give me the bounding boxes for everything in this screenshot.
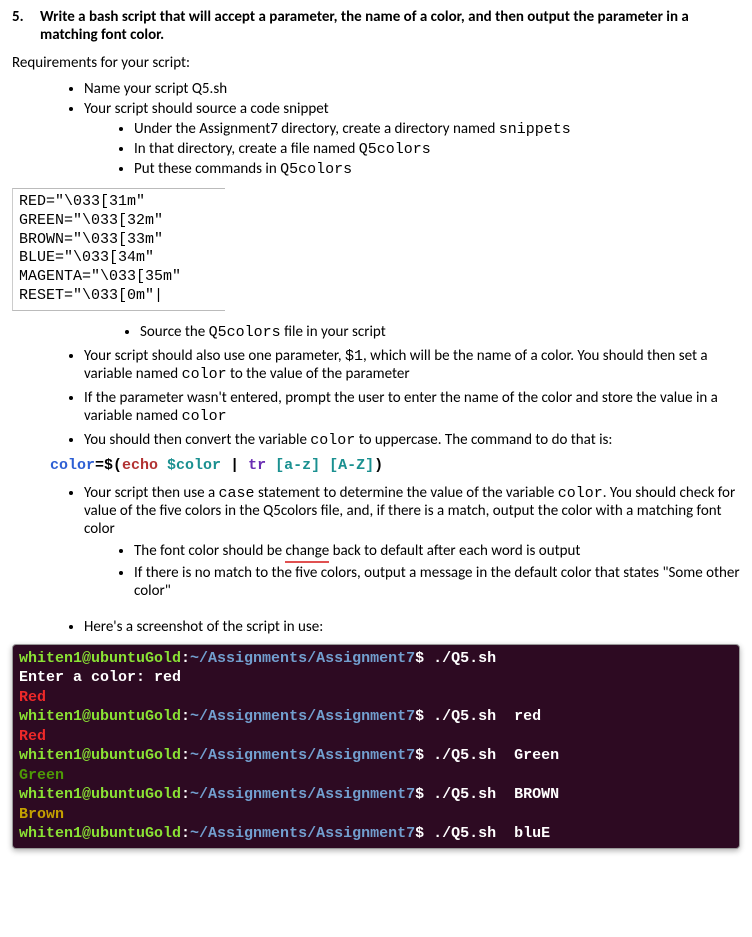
out-red-2: Red	[19, 728, 46, 745]
sub-no-match: If there is no match to the five colors,…	[134, 564, 740, 600]
case-block-list: Your script then use a case statement to…	[12, 484, 740, 600]
color-codes-box: RED="\033[31m" GREEN="\033[32m" BROWN="\…	[12, 188, 225, 311]
sub-font-reset: The font color should be change back to …	[134, 542, 740, 560]
convert-line: You should then convert the variable col…	[84, 431, 740, 449]
snippet-sublist: Under the Assignment7 directory, create …	[84, 120, 740, 178]
cmd-echo: echo	[122, 457, 167, 474]
requirements-heading: Requirements for your script:	[12, 54, 740, 72]
top-requirements-list: Name your script Q5.sh Your script shoul…	[12, 80, 740, 178]
code-q5colors-1: Q5colors	[359, 141, 431, 158]
sub-create-dir: Under the Assignment7 directory, create …	[134, 120, 740, 138]
prompt-line: If the parameter wasn't entered, prompt …	[84, 389, 740, 425]
req-source-snippet: Your script should source a code snippet…	[84, 100, 740, 178]
code-color-2: color	[182, 408, 227, 425]
cmd-var: color	[50, 457, 95, 474]
out-brown: Brown	[19, 806, 64, 823]
question-block: 5. Write a bash script that will accept …	[12, 8, 740, 44]
param-line: Your script should also use one paramete…	[84, 347, 740, 383]
case-main: Your script then use a case statement to…	[84, 484, 740, 600]
sub-create-file: In that directory, create a file named Q…	[134, 140, 740, 158]
cmd-dollarcolor: $color	[167, 457, 221, 474]
req-name-script: Name your script Q5.sh	[84, 80, 740, 98]
after-code-list: Source the Q5colors file in your script …	[12, 323, 740, 449]
out-green: Green	[19, 767, 64, 784]
cmd-ranges: [a-z] [A-Z]	[266, 457, 374, 474]
req-source-text: Your script should source a code snippet	[84, 100, 329, 118]
code-color-3: color	[310, 432, 355, 449]
terminal-screenshot: whiten1@ubuntuGold:~/Assignments/Assignm…	[12, 644, 740, 849]
underlined-change: change	[285, 542, 329, 563]
out-red-1: Red	[19, 689, 46, 706]
sub-put-commands: Put these commands in Q5colors	[134, 160, 740, 178]
code-case: case	[219, 485, 255, 502]
screenshot-heading-text: Here's a screenshot of the script in use…	[84, 618, 740, 636]
code-color-1: color	[182, 366, 227, 383]
question-text: Write a bash script that will accept a p…	[40, 8, 740, 44]
tr-command-line: color=$(echo $color | tr [a-z] [A-Z])	[50, 457, 740, 474]
question-number: 5.	[12, 8, 40, 44]
source-line: Source the Q5colors file in your script	[140, 323, 740, 341]
code-snippets: snippets	[499, 121, 571, 138]
cmd-tr: tr	[248, 457, 266, 474]
screenshot-heading-list: Here's a screenshot of the script in use…	[12, 618, 740, 636]
case-sublist: The font color should be change back to …	[84, 542, 740, 600]
code-q5colors-2: Q5colors	[280, 161, 352, 178]
code-dollar1: $1	[345, 348, 363, 365]
code-q5colors-3: Q5colors	[209, 324, 281, 341]
code-color-4: color	[558, 485, 603, 502]
